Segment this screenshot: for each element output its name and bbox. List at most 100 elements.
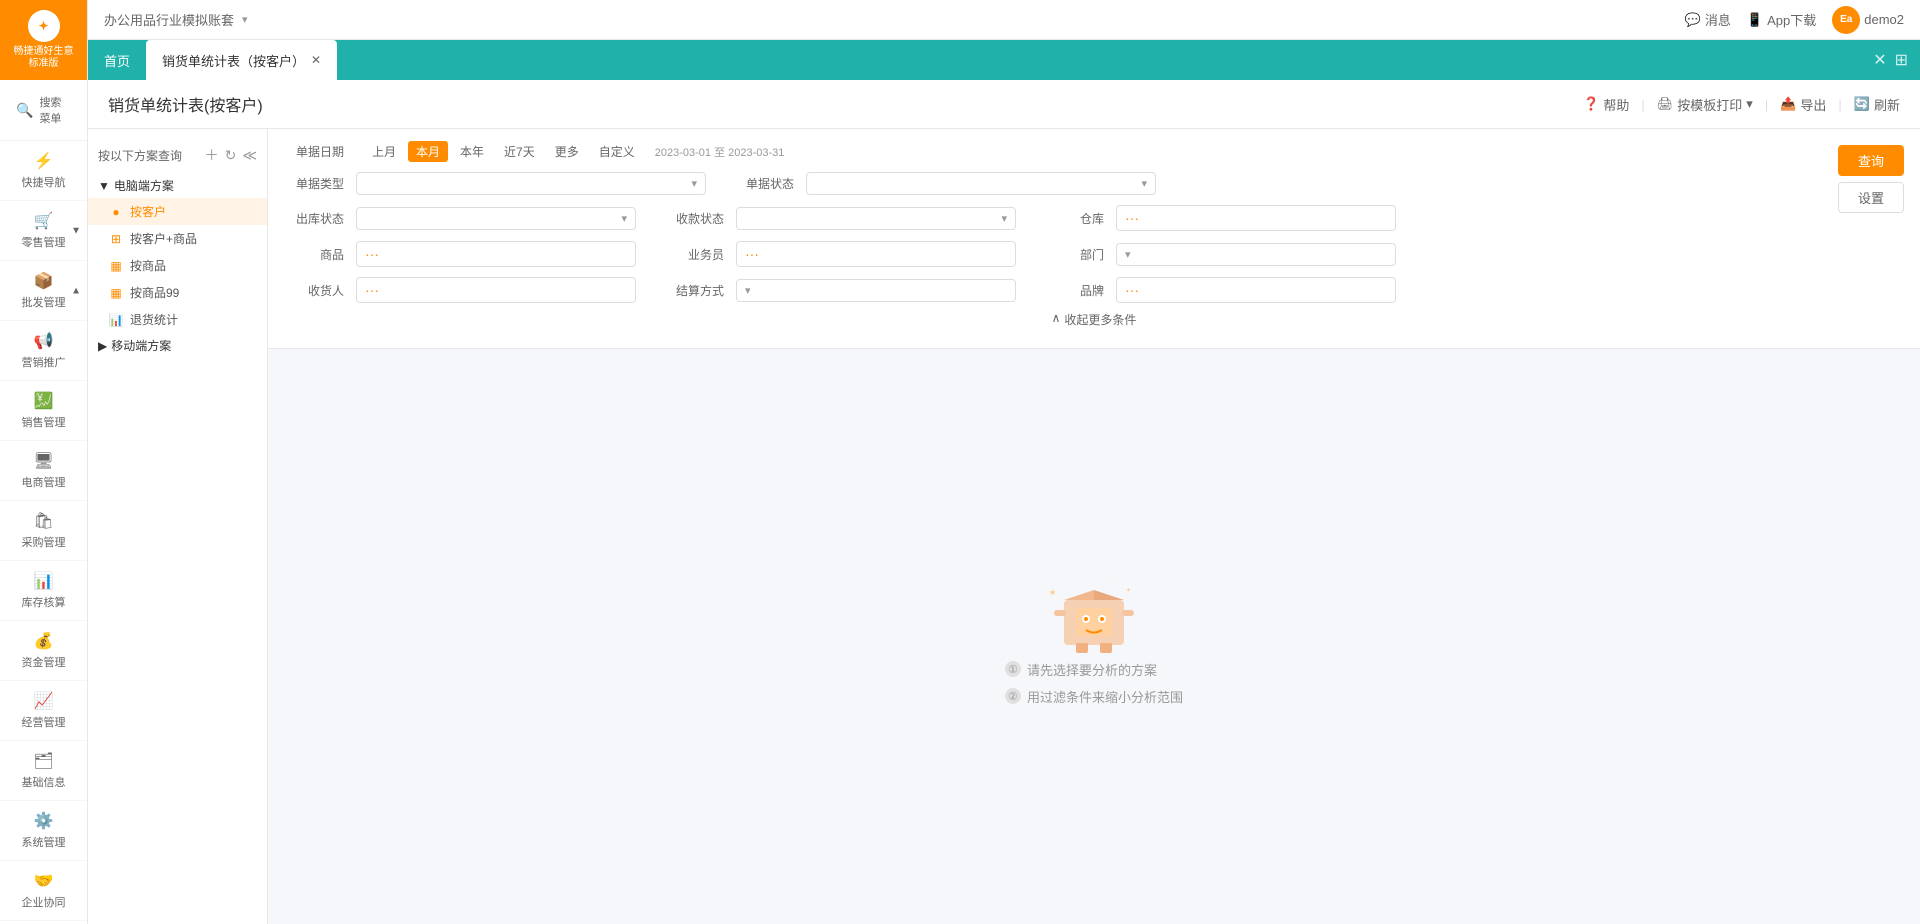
empty-tip-1: ① 请先选择要分析的方案 [1005, 660, 1183, 679]
sidebar-item-enterprise[interactable]: 🤝 企业协同 [0, 861, 87, 921]
warehouse-select[interactable]: ··· [1116, 205, 1396, 231]
sidebar-item-operations[interactable]: 📈 经营管理 [0, 681, 87, 741]
sidebar-item-sales[interactable]: 💹 销售管理 [0, 381, 87, 441]
sidebar-item-system[interactable]: ⚙️ 系统管理 [0, 801, 87, 861]
scheme-by-product-99[interactable]: ▦ 按商品99 [88, 279, 267, 306]
payment-label: 结算方式 [664, 282, 724, 299]
sidebar-item-marketing[interactable]: 📢 营销推广 [0, 321, 87, 381]
brand-label: 品牌 [1044, 282, 1104, 299]
export-label: 导出 [1800, 95, 1826, 114]
receipt-status-select[interactable]: ▾ [736, 207, 1016, 230]
sidebar-item-retail[interactable]: 🛒 零售管理 ▼ [0, 201, 87, 261]
left-panel: 按以下方案查询 ＋ ↻ ≪ ▼ 电脑端方案 ● 按客户 [88, 129, 268, 924]
scheme-return-stats[interactable]: 📊 退货统计 [88, 306, 267, 333]
customer-icon: ● [108, 204, 124, 220]
sidebar-item-ecommerce[interactable]: 🖥 电商管理 [0, 441, 87, 501]
export-button[interactable]: 📤 导出 [1780, 95, 1826, 114]
scheme-by-customer[interactable]: ● 按客户 [88, 198, 267, 225]
mobile-scheme-header[interactable]: ▶ 移动端方案 [88, 333, 267, 358]
mobile-scheme-group: ▶ 移动端方案 [88, 333, 267, 358]
brand-select[interactable]: ··· [1116, 277, 1396, 303]
print-button[interactable]: 🖨 按模板打印 ▾ [1657, 95, 1753, 114]
sidebar-item-quicknav[interactable]: ⚡ 快捷导航 [0, 141, 87, 201]
shortcut-more[interactable]: 更多 [547, 141, 587, 162]
warehouse-dots[interactable]: ··· [1125, 210, 1139, 226]
desktop-arrow-icon: ▼ [98, 179, 110, 193]
left-panel-title: 按以下方案查询 [98, 147, 182, 164]
ecommerce-icon: 🖥 [33, 451, 53, 471]
collapse-bar[interactable]: ∧ 收起更多条件 [284, 303, 1904, 336]
refresh-button[interactable]: 🔄 刷新 [1854, 95, 1900, 114]
print-icon: 🖨 [1657, 96, 1674, 112]
tab-maximize-icon[interactable]: ⊞ [1895, 50, 1908, 70]
breadcrumb-dropdown[interactable]: ▾ [242, 13, 248, 26]
department-select[interactable]: ▾ [1116, 243, 1396, 266]
refresh-scheme-button[interactable]: ↻ [225, 147, 237, 164]
sidebar-item-inventory[interactable]: 📊 库存核算 [0, 561, 87, 621]
shortcut-last-month[interactable]: 上月 [364, 141, 404, 162]
query-button[interactable]: 查询 [1838, 145, 1904, 176]
payment-select[interactable]: ▾ [736, 279, 1016, 302]
marketing-label: 营销推广 [22, 354, 66, 370]
quicknav-icon: ⚡ [34, 151, 54, 171]
desktop-scheme-header[interactable]: ▼ 电脑端方案 [88, 173, 267, 198]
tab-minimize-icon[interactable]: ✕ [1873, 50, 1886, 70]
tab-sales-stats-label: 销货单统计表（按客户） [162, 51, 305, 70]
enterprise-label: 企业协同 [22, 894, 66, 910]
recipient-dots[interactable]: ··· [365, 282, 379, 298]
add-scheme-button[interactable]: ＋ [205, 145, 219, 165]
shortcut-this-year[interactable]: 本年 [452, 141, 492, 162]
tab-sales-stats[interactable]: 销货单统计表（按客户） ✕ [146, 40, 337, 80]
payment-arrow: ▾ [745, 284, 751, 297]
tab-close-icon[interactable]: ✕ [311, 53, 321, 67]
logo-sub: 标准版 [29, 58, 59, 70]
recipient-select[interactable]: ··· [356, 277, 636, 303]
settings-button[interactable]: 设置 [1838, 182, 1904, 213]
user-avatar-area[interactable]: Ea demo2 [1832, 6, 1904, 34]
sidebar-item-basics[interactable]: 🗂 基础信息 [0, 741, 87, 801]
message-button[interactable]: 💬 消息 [1685, 10, 1731, 29]
shortcut-this-month[interactable]: 本月 [408, 141, 448, 162]
shortcut-7days[interactable]: 近7天 [496, 141, 543, 162]
sidebar-item-finance[interactable]: 💰 资金管理 [0, 621, 87, 681]
warehouse-label: 仓库 [1044, 210, 1104, 227]
svg-text:✦: ✦ [1126, 587, 1131, 594]
out-status-select[interactable]: ▾ [356, 207, 636, 230]
product-dots[interactable]: ··· [365, 246, 379, 262]
print-arrow: ▾ [1746, 96, 1753, 112]
enterprise-icon: 🤝 [34, 871, 54, 891]
search-menu-item[interactable]: 🔍 搜索菜单 [6, 88, 81, 132]
product-select[interactable]: ··· [356, 241, 636, 267]
collapse-panel-button[interactable]: ≪ [242, 147, 257, 164]
sidebar-item-wholesale[interactable]: 📦 批发管理 ▲ [0, 261, 87, 321]
retail-label: 零售管理 [22, 234, 66, 250]
shortcut-custom[interactable]: 自定义 [591, 141, 643, 162]
brand-dots[interactable]: ··· [1125, 282, 1139, 298]
page-actions: ❓ 帮助 | 🖨 按模板打印 ▾ | 📤 导出 | 🔄 刷新 [1583, 95, 1900, 114]
app-download-button[interactable]: 📱 App下载 [1747, 10, 1816, 29]
type-select[interactable]: ▾ [356, 172, 706, 195]
operations-icon: 📈 [34, 691, 54, 711]
scheme-by-customer-product[interactable]: ⊞ 按客户+商品 [88, 225, 267, 252]
logo-icon: ✦ [28, 10, 60, 42]
salesperson-select[interactable]: ··· [736, 241, 1016, 267]
customer-product-icon: ⊞ [108, 231, 124, 247]
svg-text:·: · [1104, 574, 1106, 580]
sidebar-item-purchase[interactable]: 🛍 采购管理 [0, 501, 87, 561]
system-icon: ⚙️ [34, 811, 54, 831]
out-status-arrow: ▾ [621, 212, 627, 225]
scheme-by-product[interactable]: ▦ 按商品 [88, 252, 267, 279]
purchase-label: 采购管理 [22, 534, 66, 550]
page-header: 销货单统计表(按客户) ❓ 帮助 | 🖨 按模板打印 ▾ | 📤 导出 | [88, 80, 1920, 129]
help-button[interactable]: ❓ 帮助 [1583, 95, 1629, 114]
message-label: 消息 [1705, 10, 1731, 29]
tab-home[interactable]: 首页 [88, 40, 146, 80]
empty-tip-2: ② 用过滤条件来缩小分析范围 [1005, 687, 1183, 706]
salesperson-dots[interactable]: ··· [745, 246, 759, 262]
help-label: 帮助 [1603, 95, 1629, 114]
status-select[interactable]: ▾ [806, 172, 1156, 195]
purchase-icon: 🛍 [33, 511, 53, 531]
inventory-icon: 📊 [34, 571, 54, 591]
breadcrumb: 办公用品行业模拟账套 [104, 10, 234, 29]
status-arrow: ▾ [1141, 177, 1147, 190]
